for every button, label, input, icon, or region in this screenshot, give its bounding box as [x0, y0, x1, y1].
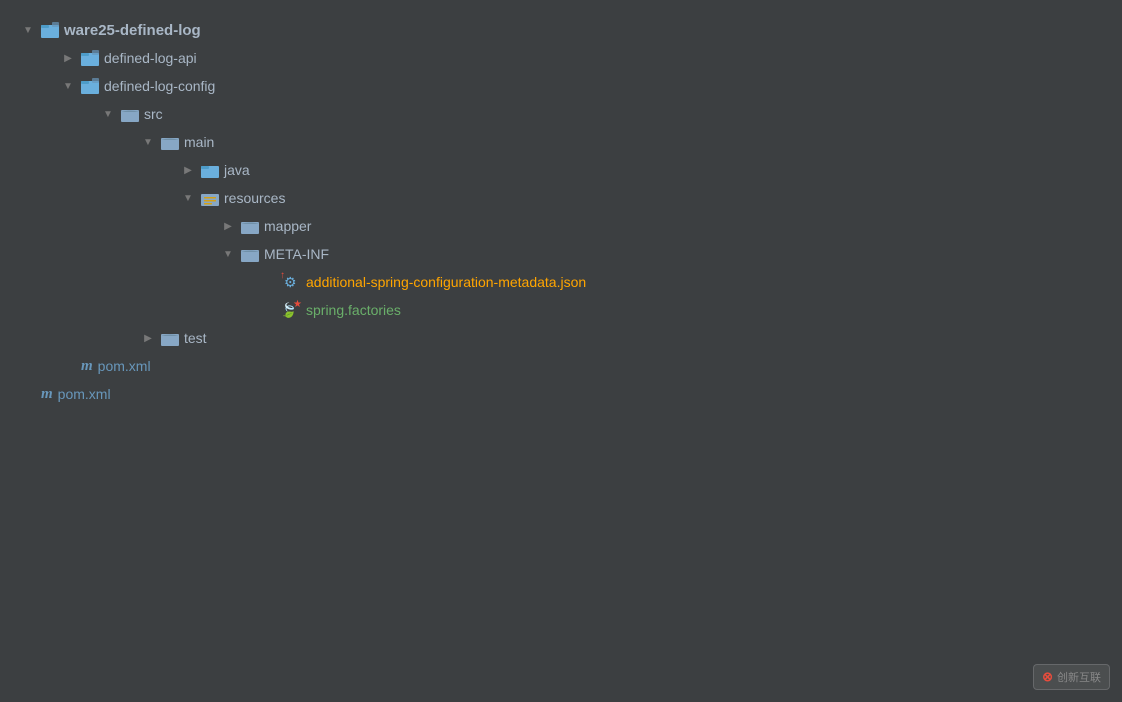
- arrow-main[interactable]: [140, 134, 156, 150]
- tree-node-root[interactable]: ware25-defined-log: [20, 16, 1102, 44]
- node-label-main: main: [184, 134, 214, 150]
- folder-icon-java: [201, 162, 219, 178]
- tree-node-src[interactable]: src: [20, 100, 1102, 128]
- tree-node-java[interactable]: java: [20, 156, 1102, 184]
- watermark: ⊗ 创新互联: [1033, 664, 1110, 690]
- tree-node-pom-root[interactable]: m pom.xml: [20, 380, 1102, 408]
- node-label-additional-spring: additional-spring-configuration-metadata…: [306, 274, 586, 290]
- folder-icon-resources: [201, 190, 219, 206]
- arrow-defined-log-api[interactable]: [60, 50, 76, 66]
- file-icon-factories: 🍃 ★: [280, 300, 302, 320]
- arrow-meta-inf[interactable]: [220, 246, 236, 262]
- node-label-spring-factories: spring.factories: [306, 302, 401, 318]
- folder-icon-test: [161, 330, 179, 346]
- folder-icon-src: [121, 106, 139, 122]
- tree-node-main[interactable]: main: [20, 128, 1102, 156]
- node-label-mapper: mapper: [264, 218, 311, 234]
- node-label-resources: resources: [224, 190, 285, 206]
- tree-node-additional-spring[interactable]: ↑ ⚙ additional-spring-configuration-meta…: [20, 268, 1102, 296]
- module-icon-root: [41, 22, 59, 38]
- tree-node-test[interactable]: test: [20, 324, 1102, 352]
- file-tree: ware25-defined-log defined-log-api defin: [0, 0, 1122, 424]
- file-icon-pom-config: m: [81, 358, 93, 375]
- arrow-mapper[interactable]: [220, 218, 236, 234]
- tree-node-spring-factories[interactable]: 🍃 ★ spring.factories: [20, 296, 1102, 324]
- node-label-pom-root: pom.xml: [58, 386, 111, 402]
- tree-node-mapper[interactable]: mapper: [20, 212, 1102, 240]
- tree-node-meta-inf[interactable]: META-INF: [20, 240, 1102, 268]
- file-icon-pom-root: m: [41, 386, 53, 403]
- node-label-src: src: [144, 106, 163, 122]
- arrow-root[interactable]: [20, 22, 36, 38]
- tree-node-resources[interactable]: resources: [20, 184, 1102, 212]
- node-label-defined-log-api: defined-log-api: [104, 50, 197, 66]
- node-label-java: java: [224, 162, 250, 178]
- folder-icon-main: [161, 134, 179, 150]
- module-icon-config: [81, 78, 99, 94]
- arrow-test[interactable]: [140, 330, 156, 346]
- tree-node-pom-config[interactable]: m pom.xml: [20, 352, 1102, 380]
- node-label-defined-log-config: defined-log-config: [104, 78, 215, 94]
- arrow-src[interactable]: [100, 106, 116, 122]
- watermark-text: 创新互联: [1057, 669, 1101, 685]
- arrow-defined-log-config[interactable]: [60, 78, 76, 94]
- tree-node-defined-log-config[interactable]: defined-log-config: [20, 72, 1102, 100]
- arrow-resources[interactable]: [180, 190, 196, 206]
- node-label-pom-config: pom.xml: [98, 358, 151, 374]
- watermark-symbol: ⊗: [1042, 669, 1053, 685]
- node-label-meta-inf: META-INF: [264, 246, 329, 262]
- folder-icon-mapper: [241, 218, 259, 234]
- arrow-java[interactable]: [180, 162, 196, 178]
- file-icon-json: ↑ ⚙: [280, 272, 302, 292]
- module-icon-api: [81, 50, 99, 66]
- tree-node-defined-log-api[interactable]: defined-log-api: [20, 44, 1102, 72]
- node-label-root: ware25-defined-log: [64, 22, 201, 39]
- folder-icon-meta-inf: [241, 246, 259, 262]
- node-label-test: test: [184, 330, 207, 346]
